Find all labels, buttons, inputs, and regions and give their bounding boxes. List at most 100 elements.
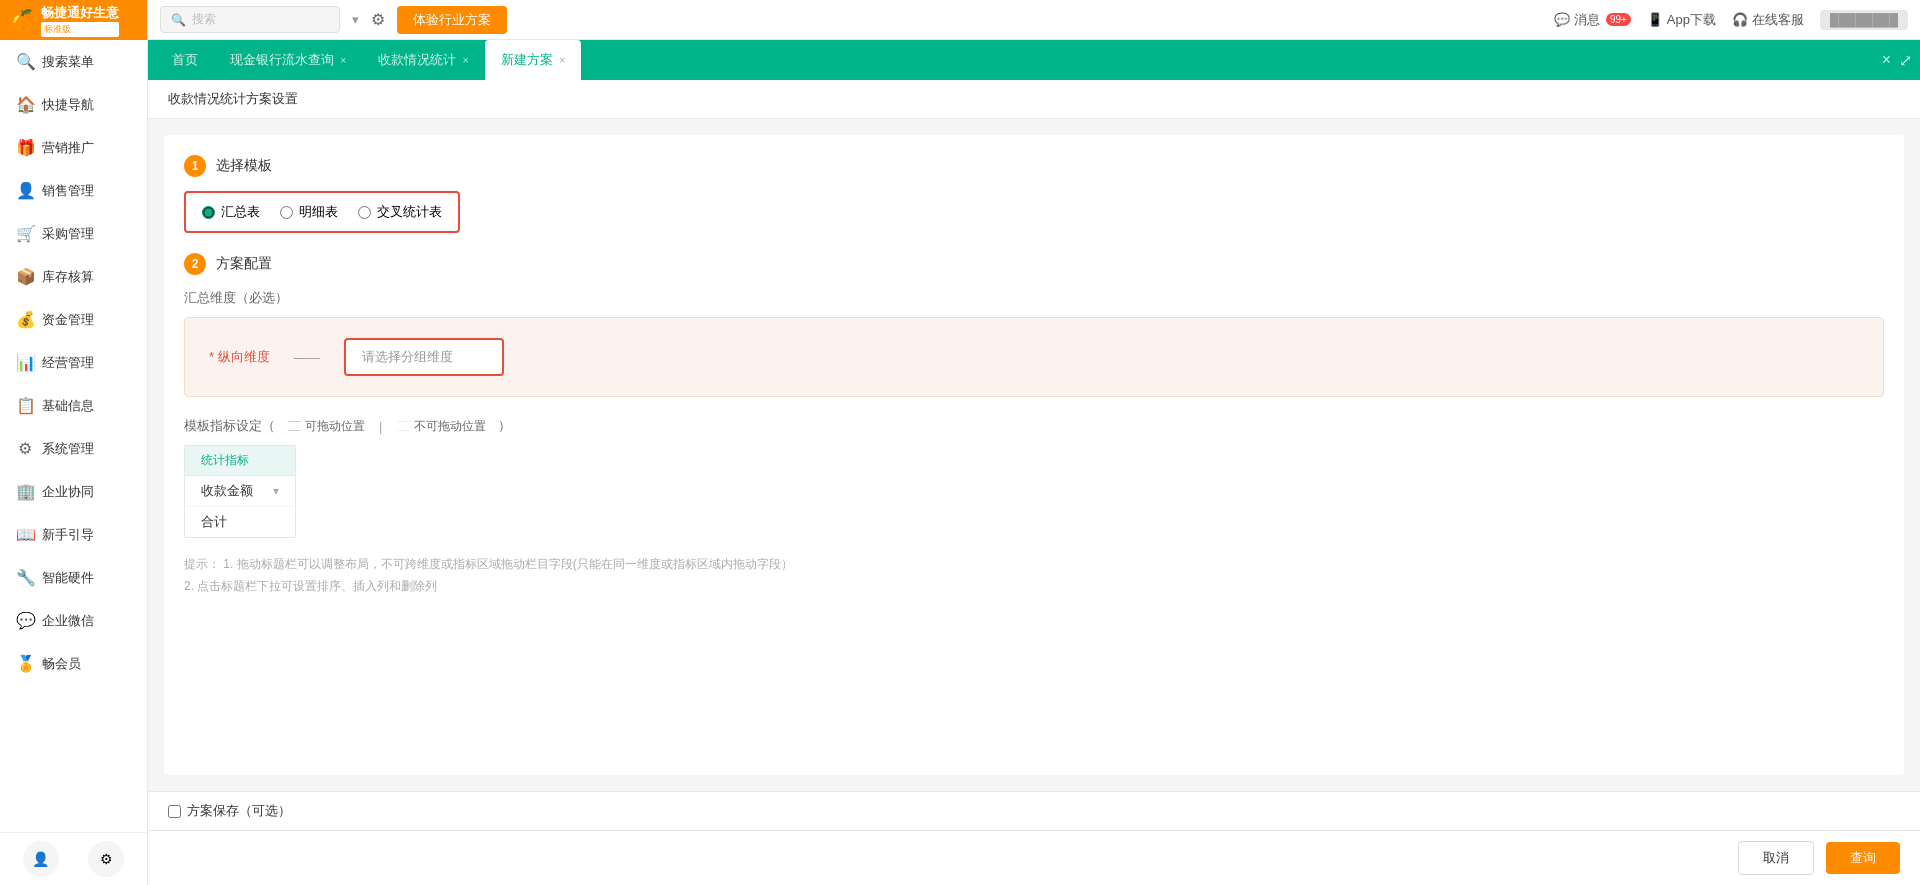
- sidebar-item-finance[interactable]: 💰 资金管理: [0, 298, 147, 341]
- quick-nav-icon: 🏠: [16, 95, 34, 114]
- sidebar-item-inventory[interactable]: 📦 库存核算: [0, 255, 147, 298]
- footer-bar: 取消 查询: [148, 830, 1920, 885]
- sidebar-item-member[interactable]: 🏅 畅会员: [0, 642, 147, 685]
- content-area: 收款情况统计方案设置 1 选择模板 汇总表 明细表: [148, 80, 1920, 885]
- search-menu-icon: 🔍: [16, 52, 34, 71]
- metrics-table: 统计指标 收款金额 ▾ 合计: [184, 445, 296, 538]
- sidebar-item-label: 经营管理: [42, 354, 94, 372]
- sidebar-item-operations[interactable]: 📊 经营管理: [0, 341, 147, 384]
- step2-title: 方案配置: [216, 255, 272, 273]
- tab-new-plan-close[interactable]: ×: [559, 54, 565, 66]
- sidebar-item-label: 基础信息: [42, 397, 94, 415]
- sidebar-item-wechat[interactable]: 💬 企业微信: [0, 599, 147, 642]
- dimension-config: 汇总维度（必选） * 纵向维度 —— 请选择分组维度: [184, 289, 1884, 397]
- save-checkbox-input[interactable]: [168, 805, 181, 818]
- metrics-title-start: 模板指标设定（: [184, 417, 275, 435]
- logo-badge: 标准版: [41, 22, 119, 37]
- cancel-button[interactable]: 取消: [1738, 841, 1814, 875]
- enterprise-icon: 🏢: [16, 482, 34, 501]
- dim-arrow: ——: [294, 350, 320, 365]
- sidebar-item-label: 资金管理: [42, 311, 94, 329]
- operations-icon: 📊: [16, 353, 34, 372]
- draggable-label: 可拖动位置: [305, 418, 365, 435]
- metrics-item-label-1: 合计: [201, 513, 227, 531]
- online-service-btn[interactable]: 🎧 在线客服: [1732, 11, 1804, 29]
- page-breadcrumb: 收款情况统计方案设置: [148, 80, 1920, 119]
- tab-receipt-stat-label: 收款情况统计: [378, 51, 456, 69]
- download-icon: 📱: [1647, 12, 1663, 27]
- template-detail[interactable]: 明细表: [280, 203, 338, 221]
- basic-info-icon: 📋: [16, 396, 34, 415]
- topbar-search-box[interactable]: 🔍 搜索: [160, 6, 340, 33]
- sidebar-item-label: 新手引导: [42, 526, 94, 544]
- metrics-title-end: ）: [498, 417, 511, 435]
- template-summary[interactable]: 汇总表: [202, 203, 260, 221]
- vertical-dim-label: * 纵向维度: [209, 348, 270, 366]
- sidebar: 🍊 畅捷通好生意 标准版 🔍 搜索菜单 🏠 快捷导航 🎁 营销推广 👤 销售管理…: [0, 0, 148, 885]
- sales-icon: 👤: [16, 181, 34, 200]
- sidebar-item-smart-hw[interactable]: 🔧 智能硬件: [0, 556, 147, 599]
- template-cross-radio[interactable]: [358, 206, 371, 219]
- sidebar-item-system[interactable]: ⚙ 系统管理: [0, 427, 147, 470]
- purchase-icon: 🛒: [16, 224, 34, 243]
- marketing-icon: 🎁: [16, 138, 34, 157]
- sidebar-item-purchase[interactable]: 🛒 采购管理: [0, 212, 147, 255]
- sidebar-user-btn[interactable]: 👤: [23, 841, 59, 877]
- sidebar-item-newbie[interactable]: 📖 新手引导: [0, 513, 147, 556]
- sidebar-item-label: 畅会员: [42, 655, 81, 673]
- metrics-config: 模板指标设定（ 可拖动位置 | 不可拖动位置 ） 统计指标: [184, 417, 1884, 597]
- notification-label: 消息: [1574, 11, 1600, 29]
- tab-new-plan-label: 新建方案: [501, 51, 553, 69]
- sidebar-item-label: 搜索菜单: [42, 53, 94, 71]
- topbar-right: 💬 消息 99+ 📱 App下载 🎧 在线客服 ████████: [1554, 10, 1908, 30]
- search-icon: 🔍: [171, 13, 186, 27]
- tab-new-plan[interactable]: 新建方案 ×: [485, 40, 581, 80]
- step1-title: 选择模板: [216, 157, 272, 175]
- tab-bank-flow-close[interactable]: ×: [340, 54, 346, 66]
- sidebar-item-label: 企业微信: [42, 612, 94, 630]
- topbar: 🔍 搜索 ▾ ⚙ 体验行业方案 💬 消息 99+ 📱 App下载 🎧 在线客服 …: [148, 0, 1920, 40]
- topbar-dropdown-arrow[interactable]: ▾: [352, 12, 359, 27]
- notification-icon: 💬: [1554, 12, 1570, 27]
- tab-receipt-stat[interactable]: 收款情况统计 ×: [362, 40, 484, 80]
- user-info[interactable]: ████████: [1820, 10, 1908, 30]
- query-button[interactable]: 查询: [1826, 842, 1900, 874]
- trial-btn[interactable]: 体验行业方案: [397, 6, 507, 34]
- metrics-item-0[interactable]: 收款金额 ▾: [185, 476, 295, 507]
- template-summary-radio[interactable]: [202, 206, 215, 219]
- save-option[interactable]: 方案保存（可选）: [168, 802, 291, 820]
- main-area: 🔍 搜索 ▾ ⚙ 体验行业方案 💬 消息 99+ 📱 App下载 🎧 在线客服 …: [148, 0, 1920, 885]
- tab-bank-flow[interactable]: 现金银行流水查询 ×: [214, 40, 362, 80]
- template-cross[interactable]: 交叉统计表: [358, 203, 442, 221]
- smart-hw-icon: 🔧: [16, 568, 34, 587]
- metrics-item-dropdown-0[interactable]: ▾: [273, 484, 279, 498]
- template-detail-radio[interactable]: [280, 206, 293, 219]
- dim-select-btn[interactable]: 请选择分组维度: [344, 338, 504, 376]
- sidebar-item-marketing[interactable]: 🎁 营销推广: [0, 126, 147, 169]
- sidebar-item-sales[interactable]: 👤 销售管理: [0, 169, 147, 212]
- sidebar-item-enterprise[interactable]: 🏢 企业协同: [0, 470, 147, 513]
- step1-num: 1: [184, 155, 206, 177]
- metrics-item-label-0: 收款金额: [201, 482, 253, 500]
- notification-btn[interactable]: 💬 消息 99+: [1554, 11, 1631, 29]
- member-icon: 🏅: [16, 654, 34, 673]
- topbar-gear-icon[interactable]: ⚙: [371, 10, 385, 29]
- sidebar-item-search-menu[interactable]: 🔍 搜索菜单: [0, 40, 147, 83]
- service-label: 在线客服: [1752, 11, 1804, 29]
- sidebar-bottom: 👤 ⚙: [0, 832, 147, 885]
- sidebar-item-basic-info[interactable]: 📋 基础信息: [0, 384, 147, 427]
- tab-home[interactable]: 首页: [156, 40, 214, 80]
- step1-header: 1 选择模板: [184, 155, 1884, 177]
- sidebar-settings-btn[interactable]: ⚙: [88, 841, 124, 877]
- minimize-btn[interactable]: ×: [1882, 51, 1891, 69]
- step2-header: 2 方案配置: [184, 253, 1884, 275]
- metrics-category-header: 统计指标: [185, 446, 295, 476]
- logo-text: 畅捷通好生意: [41, 4, 119, 22]
- app-download-btn[interactable]: 📱 App下载: [1647, 11, 1716, 29]
- template-detail-label: 明细表: [299, 203, 338, 221]
- hint-text: 提示： 1. 拖动标题栏可以调整布局，不可跨维度或指标区域拖动栏目字段(只能在同…: [184, 554, 1884, 597]
- maximize-btn[interactable]: ⤢: [1899, 51, 1912, 70]
- tab-receipt-stat-close[interactable]: ×: [462, 54, 468, 66]
- step2-section: 2 方案配置 汇总维度（必选） * 纵向维度 —— 请选择分组维度 模板指标设定…: [184, 253, 1884, 597]
- sidebar-item-quick-nav[interactable]: 🏠 快捷导航: [0, 83, 147, 126]
